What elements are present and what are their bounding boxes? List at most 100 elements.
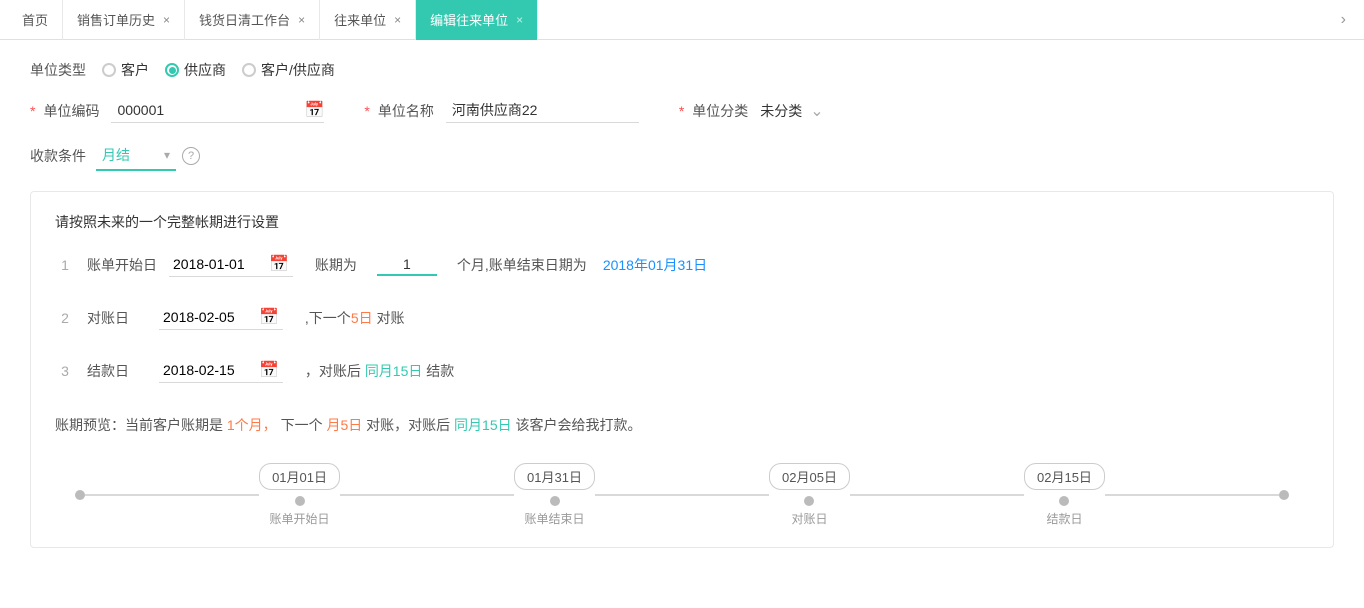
payment-dropdown[interactable]: 月结 ▾ <box>96 141 176 171</box>
radio-customer-circle <box>102 63 116 77</box>
radio-supplier-label: 供应商 <box>184 60 226 80</box>
period-date-input-1[interactable] <box>173 256 263 272</box>
period-desc-label: 账期为 <box>315 255 357 275</box>
period-row-1: 1 账单开始日 📅 账期为 个月,账单结束日期为 2018年01月31日 <box>55 252 1309 277</box>
period-date-input-2[interactable] <box>163 309 253 325</box>
period-date-field-3: 📅 <box>159 358 283 383</box>
close-icon[interactable]: × <box>516 13 523 27</box>
tl-dot-4 <box>1059 496 1069 506</box>
tab-sales-history-label: 销售订单历史 <box>77 10 155 29</box>
tl-sublabel-3: 对账日 <box>791 510 827 527</box>
tab-edit-partner-label: 编辑往来单位 <box>430 10 508 29</box>
period-row2-desc: ,下一个5日 对账 <box>305 308 405 328</box>
unit-type-label: 单位类型 <box>30 60 86 80</box>
preview-section: 账期预览：当前客户账期是 1个月， 下一个 月5日 对账，对账后 同月15日 该… <box>55 399 1309 527</box>
tl-dot-3 <box>804 496 814 506</box>
tl-node-3: 02月05日 对账日 <box>769 463 850 527</box>
unit-name-group: * 单位名称 <box>364 98 638 123</box>
unit-category-dropdown[interactable]: 未分类 ⌄ <box>760 101 880 121</box>
tl-line-1 <box>85 494 259 496</box>
period-row-3: 3 结款日 📅 ，对账后 同月15日 结款 <box>55 358 1309 383</box>
calendar-icon-1[interactable]: 📅 <box>269 254 289 274</box>
payment-value: 月结 <box>102 145 158 165</box>
radio-customer-supplier-label: 客户/供应商 <box>261 60 335 80</box>
tl-end-dot <box>1279 490 1289 500</box>
period-date-field-2: 📅 <box>159 305 283 330</box>
tab-home[interactable]: 首页 <box>8 0 63 40</box>
tab-partner-units[interactable]: 往来单位 × <box>320 0 416 40</box>
tab-sales-history[interactable]: 销售订单历史 × <box>63 0 185 40</box>
unit-type-row: 单位类型 客户 供应商 客户/供应商 <box>30 60 1334 80</box>
tl-start-end <box>75 490 85 500</box>
period-row-label-2: 对账日 <box>87 308 147 328</box>
main-content: 单位类型 客户 供应商 客户/供应商 * 单位编码 📅 <box>0 40 1364 608</box>
tl-badge-3: 02月05日 <box>769 463 850 490</box>
radio-supplier-circle <box>165 63 179 77</box>
radio-customer[interactable]: 客户 <box>102 60 149 80</box>
close-icon[interactable]: × <box>394 13 401 27</box>
preview-text: 账期预览：当前客户账期是 1个月， 下一个 月5日 对账，对账后 同月15日 该… <box>55 415 1309 435</box>
period-date-input-3[interactable] <box>163 362 253 378</box>
tab-home-label: 首页 <box>22 10 48 29</box>
radio-customer-supplier-circle <box>242 63 256 77</box>
unit-category-value: 未分类 <box>760 101 802 121</box>
tl-sublabel-1: 账单开始日 <box>270 510 330 527</box>
tab-more-button[interactable]: › <box>1331 11 1356 29</box>
tab-bar: 首页 销售订单历史 × 钱货日清工作台 × 往来单位 × 编辑往来单位 × › <box>0 0 1364 40</box>
help-icon[interactable]: ? <box>182 147 200 165</box>
calendar-icon-2[interactable]: 📅 <box>259 307 279 327</box>
unit-code-group: * 单位编码 📅 <box>30 98 324 123</box>
chevron-down-icon-payment: ▾ <box>164 148 170 162</box>
tl-badge-2: 01月31日 <box>514 463 595 490</box>
radio-supplier[interactable]: 供应商 <box>165 60 226 80</box>
period-row3-desc: ，对账后 同月15日 结款 <box>305 361 454 381</box>
tl-line-2 <box>340 494 514 496</box>
unit-category-label: 单位分类 <box>692 101 748 121</box>
close-icon[interactable]: × <box>163 13 170 27</box>
radio-customer-supplier[interactable]: 客户/供应商 <box>242 60 335 80</box>
tl-sublabel-2: 账单结束日 <box>525 510 585 527</box>
tl-badge-1: 01月01日 <box>259 463 340 490</box>
period-row2-highlight: 5日 <box>351 310 373 326</box>
period-row-number-1: 1 <box>55 257 75 273</box>
unit-type-radio-group: 客户 供应商 客户/供应商 <box>102 60 335 80</box>
period-title: 请按照未来的一个完整帐期进行设置 <box>55 212 1309 232</box>
tl-line-3 <box>595 494 769 496</box>
calendar-icon[interactable]: 📅 <box>304 100 324 120</box>
period-num-input[interactable] <box>377 254 437 276</box>
required-star: * <box>30 103 35 119</box>
preview-highlight3: 同月15日 <box>454 417 512 433</box>
period-row-number-3: 3 <box>55 363 75 379</box>
period-box: 请按照未来的一个完整帐期进行设置 1 账单开始日 📅 账期为 个月,账单结束日期… <box>30 191 1334 548</box>
period-row-label-1: 账单开始日 <box>87 255 157 275</box>
unit-code-input-wrapper: 📅 <box>111 98 324 123</box>
preview-highlight1: 1个月， <box>227 417 277 433</box>
close-icon[interactable]: × <box>298 13 305 27</box>
unit-name-input[interactable] <box>446 98 639 123</box>
unit-category-group: * 单位分类 未分类 ⌄ <box>679 101 880 121</box>
preview-suffix: 该客户会给我打款。 <box>516 417 642 433</box>
chevron-down-icon: ⌄ <box>810 101 823 121</box>
period-row3-highlight: 同月15日 <box>365 363 423 379</box>
tl-dot-2 <box>550 496 560 506</box>
unit-code-input[interactable] <box>111 98 304 122</box>
period-suffix: 个月,账单结束日期为 <box>457 255 587 275</box>
payment-row: 收款条件 月结 ▾ ? <box>30 141 1334 171</box>
tab-edit-partner[interactable]: 编辑往来单位 × <box>416 0 538 40</box>
fields-row: * 单位编码 📅 * 单位名称 * 单位分类 未分类 ⌄ <box>30 98 1334 123</box>
tl-node-4: 02月15日 结款日 <box>1024 463 1105 527</box>
tl-sublabel-4: 结款日 <box>1046 510 1082 527</box>
tl-node-1: 01月01日 账单开始日 <box>259 463 340 527</box>
required-star-cat: * <box>679 103 684 119</box>
unit-code-label: 单位编码 <box>43 101 99 121</box>
tl-badge-4: 02月15日 <box>1024 463 1105 490</box>
preview-text3: 对账，对账后 <box>366 417 454 433</box>
tab-cash-work[interactable]: 钱货日清工作台 × <box>185 0 320 40</box>
tl-line-5 <box>1105 494 1279 496</box>
calendar-icon-3[interactable]: 📅 <box>259 360 279 380</box>
tab-partner-units-label: 往来单位 <box>334 10 386 29</box>
period-date-field-1: 📅 <box>169 252 293 277</box>
tl-dot-1 <box>295 496 305 506</box>
radio-customer-label: 客户 <box>121 60 149 80</box>
period-end-date: 2018年01月31日 <box>603 255 707 275</box>
